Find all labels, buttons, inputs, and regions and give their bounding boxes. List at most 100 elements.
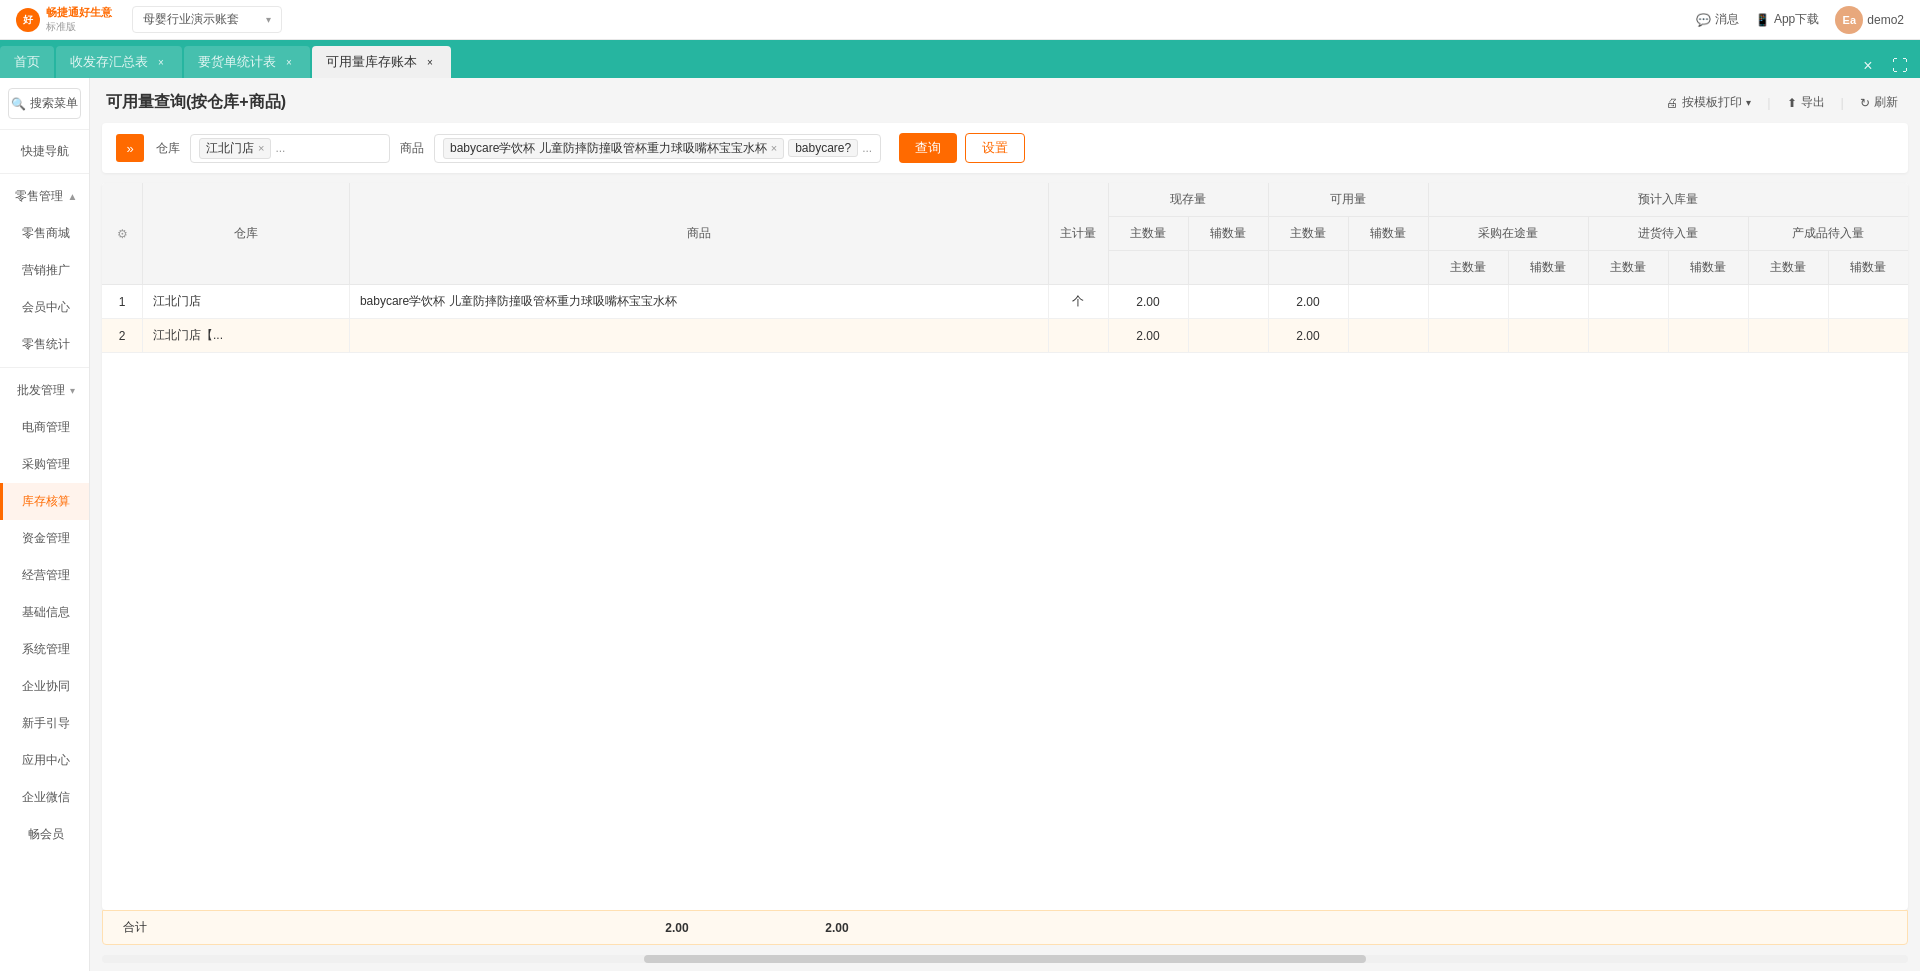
- sidebar-item-wholesale[interactable]: 批发管理 ▾: [0, 372, 89, 409]
- product-tag-1: babycare学饮杯 儿童防摔防撞吸管杯重力球吸嘴杯宝宝水杯 ×: [443, 138, 784, 159]
- product-filter-input[interactable]: babycare学饮杯 儿童防摔防撞吸管杯重力球吸嘴杯宝宝水杯 × babyca…: [434, 134, 881, 163]
- tab-home[interactable]: 首页: [0, 46, 54, 78]
- warehouse-tag-close[interactable]: ×: [258, 142, 264, 154]
- sidebar-item-ecommerce[interactable]: 电商管理: [0, 409, 89, 446]
- search-menu-btn[interactable]: 🔍 搜索菜单: [8, 88, 81, 119]
- cell-number-1: 1: [102, 285, 143, 319]
- cell-pur-main-2: [1428, 319, 1508, 353]
- chevron-icon: ▲: [68, 191, 78, 202]
- th-avail-sub-2: [1348, 251, 1428, 285]
- product-tag-2: babycare?: [788, 139, 858, 157]
- th-inc-sub: 辅数量: [1668, 251, 1748, 285]
- cell-inc-main-1: [1588, 285, 1668, 319]
- app-download-btn[interactable]: 📱 App下载: [1755, 11, 1819, 28]
- table-row: 1 江北门店 babycare学饮杯 儿童防摔防撞吸管杯重力球吸嘴杯宝宝水杯 个…: [102, 285, 1908, 319]
- footer-avail-main: 2.00: [797, 921, 877, 935]
- sidebar-item-operations[interactable]: 经营管理: [0, 557, 89, 594]
- sidebar-item-retail-management[interactable]: 零售管理 ▲: [0, 178, 89, 215]
- tab-stock-summary-close[interactable]: ×: [154, 55, 168, 69]
- query-button[interactable]: 查询: [899, 133, 957, 163]
- product-tag-1-close[interactable]: ×: [771, 142, 777, 154]
- expand-btn[interactable]: ⛶: [1888, 54, 1912, 78]
- quick-nav-btn[interactable]: 快捷导航: [0, 136, 89, 167]
- print-chevron-icon: ▾: [1746, 97, 1751, 108]
- tab-available-inventory[interactable]: 可用量库存账本 ×: [312, 46, 451, 78]
- cell-stock-main-2: 2.00: [1108, 319, 1188, 353]
- horizontal-scrollbar[interactable]: [102, 955, 1908, 963]
- sidebar-item-system[interactable]: 系统管理: [0, 631, 89, 668]
- cell-avail-sub-1: [1348, 285, 1428, 319]
- cell-stock-sub-2: [1188, 319, 1268, 353]
- sidebar-divider-1: [0, 367, 89, 368]
- th-inc-main: 主数量: [1588, 251, 1668, 285]
- sidebar-item-purchase[interactable]: 采购管理: [0, 446, 89, 483]
- print-btn[interactable]: 🖨 按模板打印 ▾: [1660, 90, 1757, 115]
- filter-toggle-btn[interactable]: »: [116, 134, 144, 162]
- th-warehouse: 仓库: [143, 183, 350, 285]
- sidebar-item-finance[interactable]: 资金管理: [0, 520, 89, 557]
- phone-icon: 📱: [1755, 13, 1770, 27]
- cell-inc-main-2: [1588, 319, 1668, 353]
- action-divider-1: |: [1767, 95, 1770, 110]
- industry-selector[interactable]: 母婴行业演示账套 ▾: [132, 6, 282, 33]
- cell-avail-main-1: 2.00: [1268, 285, 1348, 319]
- th-planned-inbound-group: 预计入库量: [1428, 183, 1908, 217]
- sidebar-item-retail-mall[interactable]: 零售商城: [0, 215, 89, 252]
- th-stock-main-2: [1108, 251, 1188, 285]
- table-row: 2 江北门店【... 2.00 2.00: [102, 319, 1908, 353]
- cell-pur-main-1: [1428, 285, 1508, 319]
- th-avail-main-2: [1268, 251, 1348, 285]
- tab-available-inventory-label: 可用量库存账本: [326, 53, 417, 71]
- close-all-tabs-btn[interactable]: ×: [1856, 54, 1880, 78]
- sidebar-item-new-guide[interactable]: 新手引导: [0, 705, 89, 742]
- action-divider-2: |: [1841, 95, 1844, 110]
- tab-stock-summary[interactable]: 收发存汇总表 ×: [56, 46, 182, 78]
- sidebar-items: 零售管理 ▲ 零售商城 营销推广 会员中心 零售统计 批发管理 ▾ 电商管理: [0, 174, 89, 857]
- data-table: ⚙ 仓库 商品 主计量 现存量 可用量 预计入库量 主数量 辅数量 主数量 辅数…: [102, 183, 1908, 353]
- sidebar-search-section: 🔍 搜索菜单: [0, 78, 89, 130]
- cell-product-1: babycare学饮杯 儿童防摔防撞吸管杯重力球吸嘴杯宝宝水杯: [349, 285, 1048, 319]
- search-icon: 🔍: [11, 97, 26, 111]
- warehouse-more[interactable]: ...: [275, 141, 285, 155]
- sidebar-item-inventory[interactable]: 库存核算: [0, 483, 89, 520]
- cell-pur-sub-1: [1508, 285, 1588, 319]
- th-current-stock-group: 现存量: [1108, 183, 1268, 217]
- sidebar-item-member[interactable]: 畅会员: [0, 816, 89, 853]
- cell-stock-main-1: 2.00: [1108, 285, 1188, 319]
- message-btn[interactable]: 💬 消息: [1696, 11, 1739, 28]
- tab-order-stats-close[interactable]: ×: [282, 55, 296, 69]
- sidebar-item-enterprise-collab[interactable]: 企业协同: [0, 668, 89, 705]
- cell-inc-sub-1: [1668, 285, 1748, 319]
- th-pur-main: 主数量: [1428, 251, 1508, 285]
- tab-bar-actions: × ⛶: [1848, 54, 1920, 78]
- scrollbar-thumb[interactable]: [644, 955, 1366, 963]
- warehouse-filter-input[interactable]: 江北门店 × ...: [190, 134, 390, 163]
- refresh-icon: ↻: [1860, 96, 1870, 110]
- setting-button[interactable]: 设置: [965, 133, 1025, 163]
- sidebar-item-enterprise-wechat[interactable]: 企业微信: [0, 779, 89, 816]
- th-stock-main: 主数量: [1108, 217, 1188, 251]
- sidebar-item-app-center[interactable]: 应用中心: [0, 742, 89, 779]
- sidebar-item-retail-stats[interactable]: 零售统计: [0, 326, 89, 363]
- tab-available-inventory-close[interactable]: ×: [423, 55, 437, 69]
- tab-order-stats[interactable]: 要货单统计表 ×: [184, 46, 310, 78]
- logo-text: 畅捷通好生意 标准版: [46, 5, 112, 34]
- table-settings-icon[interactable]: ⚙: [112, 224, 132, 244]
- th-stock-sub: 辅数量: [1188, 217, 1268, 251]
- logo-area: 好 畅捷通好生意 标准版: [16, 5, 112, 34]
- top-bar: 好 畅捷通好生意 标准版 母婴行业演示账套 ▾ 💬 消息 📱 App下载 Ea …: [0, 0, 1920, 40]
- page-header: 可用量查询(按仓库+商品) 🖨 按模板打印 ▾ | ⬆ 导出 | ↻ 刷新: [90, 78, 1920, 123]
- cell-inc-sub-2: [1668, 319, 1748, 353]
- user-menu-btn[interactable]: Ea demo2: [1835, 6, 1904, 34]
- cell-avail-main-2: 2.00: [1268, 319, 1348, 353]
- product-more[interactable]: ...: [862, 141, 872, 155]
- logo-icon: 好: [16, 8, 40, 32]
- th-available-group: 可用量: [1268, 183, 1428, 217]
- refresh-btn[interactable]: ↻ 刷新: [1854, 90, 1904, 115]
- export-btn[interactable]: ⬆ 导出: [1781, 90, 1831, 115]
- sidebar-item-basic-info[interactable]: 基础信息: [0, 594, 89, 631]
- cell-prod-main-2: [1748, 319, 1828, 353]
- sidebar-item-member-center[interactable]: 会员中心: [0, 289, 89, 326]
- export-icon: ⬆: [1787, 96, 1797, 110]
- sidebar-item-marketing[interactable]: 营销推广: [0, 252, 89, 289]
